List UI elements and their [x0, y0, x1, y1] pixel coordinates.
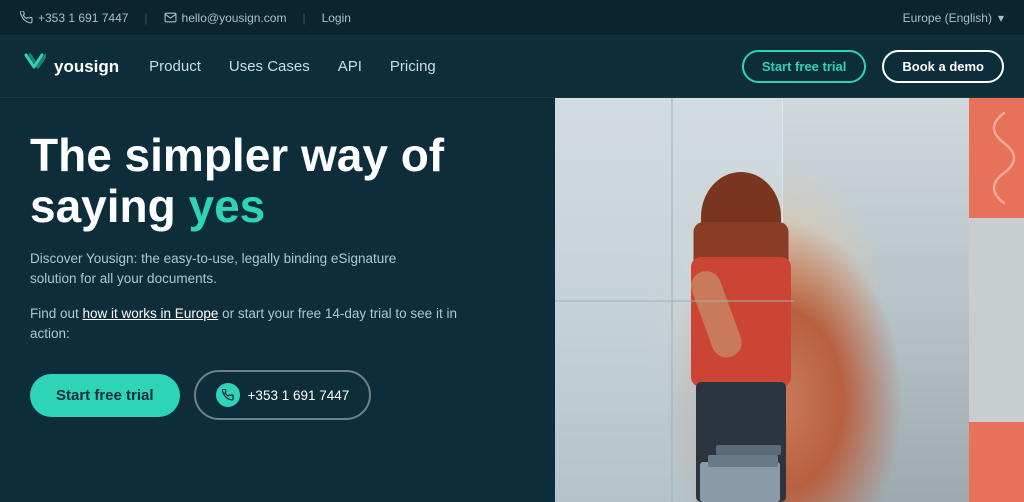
book-stack	[708, 455, 778, 467]
nav-trial-button[interactable]: Start free trial	[742, 50, 867, 83]
book-stack2	[716, 445, 781, 455]
hero-image-area	[555, 98, 1024, 502]
chevron-down-icon: ▾	[998, 11, 1004, 25]
nav-api[interactable]: API	[338, 58, 362, 75]
hero-buttons: Start free trial +353 1 691 7447	[30, 370, 525, 420]
nav-product[interactable]: Product	[149, 58, 201, 75]
heading-saying: saying	[30, 180, 189, 232]
region-label: Europe (English)	[903, 11, 992, 25]
phone-icon	[20, 11, 33, 24]
logo-text: yousign	[54, 57, 119, 77]
coral-accent-bottom	[969, 422, 1024, 502]
logo[interactable]: yousign	[20, 53, 119, 81]
email-contact: hello@yousign.com	[164, 11, 287, 25]
mail-icon	[164, 11, 177, 24]
hero-photo	[555, 98, 969, 502]
hero-content: The simpler way of saying yes Discover Y…	[0, 98, 555, 502]
email-address: hello@yousign.com	[182, 11, 287, 25]
heading-line2: saying yes	[30, 180, 265, 232]
separator: |	[144, 11, 147, 25]
top-bar: +353 1 691 7447 | hello@yousign.com | Lo…	[0, 0, 1024, 36]
logo-icon	[20, 53, 48, 81]
separator2: |	[302, 11, 305, 25]
window-horizontal	[555, 300, 795, 302]
heading-yes: yes	[189, 180, 266, 232]
coral-accent-top	[969, 98, 1024, 218]
hero-image	[555, 98, 1024, 502]
start-trial-button[interactable]: Start free trial	[30, 374, 180, 417]
hero-heading: The simpler way of saying yes	[30, 130, 525, 231]
login-link[interactable]: Login	[322, 11, 351, 25]
navbar: yousign Product Uses Cases API Pricing S…	[0, 36, 1024, 98]
nav-actions: Start free trial Book a demo	[742, 50, 1004, 83]
books	[700, 462, 780, 502]
region-selector[interactable]: Europe (English) ▾	[903, 11, 1004, 25]
top-bar-left: +353 1 691 7447 | hello@yousign.com | Lo…	[20, 11, 351, 25]
nav-pricing[interactable]: Pricing	[390, 58, 436, 75]
nav-links: Product Uses Cases API Pricing	[149, 58, 436, 75]
phone-small-icon	[222, 389, 234, 401]
phone-contact: +353 1 691 7447	[20, 11, 128, 25]
phone-cta-number: +353 1 691 7447	[248, 388, 350, 403]
phone-number: +353 1 691 7447	[38, 11, 128, 25]
hero-section: The simpler way of saying yes Discover Y…	[0, 98, 1024, 502]
phone-cta-button[interactable]: +353 1 691 7447	[194, 370, 372, 420]
link-intro: Find out	[30, 306, 83, 321]
nav-use-cases[interactable]: Uses Cases	[229, 58, 310, 75]
nav-demo-button[interactable]: Book a demo	[882, 50, 1004, 83]
heading-line1: The simpler way of	[30, 129, 444, 181]
hero-subtext: Discover Yousign: the easy-to-use, legal…	[30, 249, 430, 290]
phone-chip-icon	[216, 383, 240, 407]
hero-link-text: Find out how it works in Europe or start…	[30, 304, 460, 345]
how-it-works-link[interactable]: how it works in Europe	[83, 306, 219, 321]
squiggle-icon	[974, 103, 1019, 213]
